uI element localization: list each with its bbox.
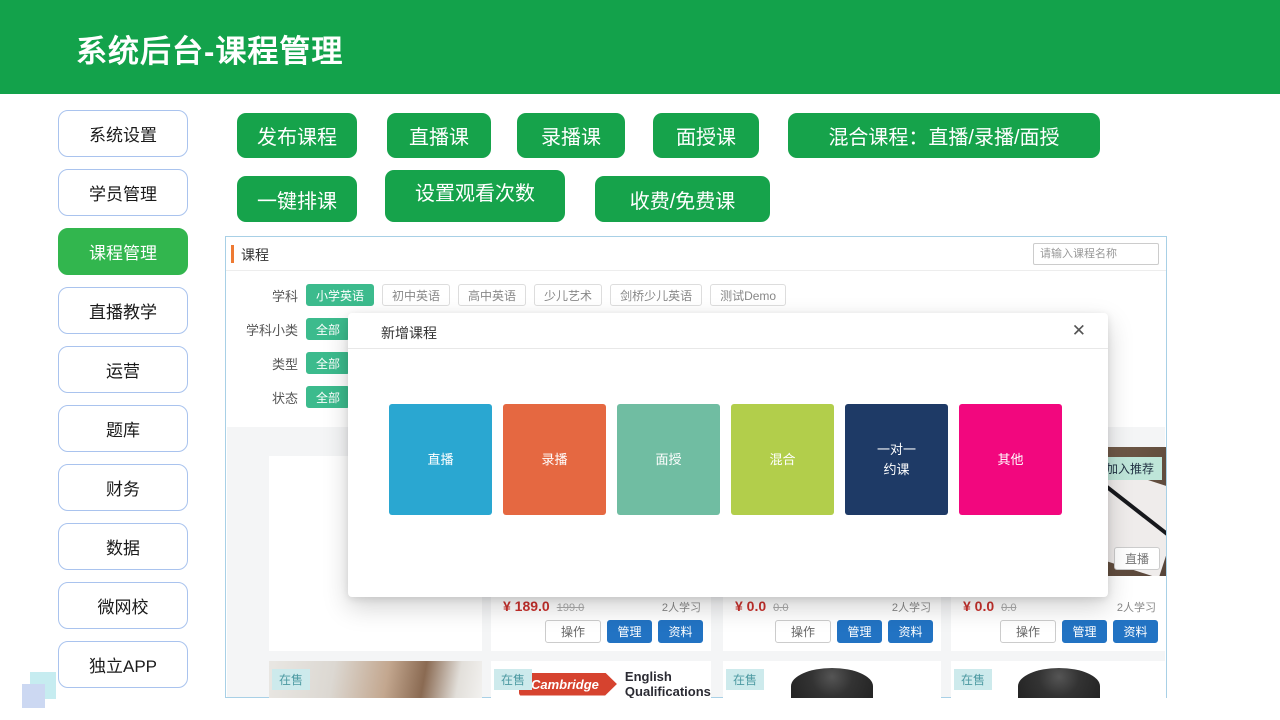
tile-offline[interactable]: 面授 [617,404,720,515]
product-photo [791,668,873,698]
tile-recorded[interactable]: 录播 [503,404,606,515]
course-price: ¥ 0.0 [963,598,994,614]
manage-button[interactable]: 管理 [1062,620,1107,643]
course-type-tiles: 直播 录播 面授 混合 一对一 约课 其他 [389,404,1062,515]
card-actions: 操作 管理 资料 [775,620,933,643]
one-click-schedule-button[interactable]: 一键排课 [237,176,357,222]
course-old-price: 0.0 [773,602,788,614]
sidebar-item-micro-school[interactable]: 微网校 [58,582,188,629]
subject-tag-junior-english[interactable]: 初中英语 [382,284,450,306]
sidebar-item-finance[interactable]: 财务 [58,464,188,511]
sidebar-item-system-settings[interactable]: 系统设置 [58,110,188,157]
price-row: ¥ 0.0 0.0 2人学习 [963,598,1156,615]
sidebar-item-operations[interactable]: 运营 [58,346,188,393]
cambridge-arrow-logo: Cambridge [519,673,617,696]
filter-label: 类型 [226,354,298,373]
close-icon[interactable]: ✕ [1072,321,1086,341]
on-sale-badge: 在售 [272,669,310,690]
student-count: 2人学习 [892,599,931,615]
live-type-badge: 直播 [1114,547,1160,570]
paid-free-course-button[interactable]: 收费/免费课 [595,176,770,222]
course-search-input[interactable] [1033,243,1159,265]
material-button[interactable]: 资料 [888,620,933,643]
course-card[interactable]: 在售 [723,661,941,698]
cambridge-logo-text: English Qualifications [625,669,711,698]
course-old-price: 199.0 [557,602,585,614]
cambridge-logo: Cambridge English Qualifications [519,669,711,698]
tile-live[interactable]: 直播 [389,404,492,515]
set-view-count-button[interactable]: 设置观看次数 [385,170,565,222]
course-old-price: 0.0 [1001,602,1016,614]
subcategory-tag-all[interactable]: 全部 [306,318,350,340]
price-row: ¥ 0.0 0.0 2人学习 [735,598,931,615]
subject-tag-kids-art[interactable]: 少儿艺术 [534,284,602,306]
operate-button[interactable]: 操作 [775,620,831,643]
on-sale-badge: 在售 [954,669,992,690]
sidebar-item-data[interactable]: 数据 [58,523,188,570]
sidebar-item-question-bank[interactable]: 题库 [58,405,188,452]
publish-course-button[interactable]: 发布课程 [237,113,357,158]
mixed-course-button[interactable]: 混合课程：直播/录播/面授 [788,113,1100,158]
product-photo [1018,668,1100,698]
add-course-modal: 新增课程 ✕ 直播 录播 面授 混合 一对一 约课 其他 [348,313,1108,597]
title-accent-bar [231,245,234,263]
operate-button[interactable]: 操作 [545,620,601,643]
sidebar-item-standalone-app[interactable]: 独立APP [58,641,188,688]
manage-button[interactable]: 管理 [837,620,882,643]
page: 系统后台-课程管理 系统设置 学员管理 课程管理 直播教学 运营 题库 财务 数… [0,0,1280,720]
tile-other[interactable]: 其他 [959,404,1062,515]
sidebar: 系统设置 学员管理 课程管理 直播教学 运营 题库 财务 数据 微网校 独立AP… [58,110,188,688]
sidebar-item-course-management[interactable]: 课程管理 [58,228,188,275]
manage-button[interactable]: 管理 [607,620,652,643]
status-tag-all[interactable]: 全部 [306,386,350,408]
filter-row-subject: 学科 小学英语 初中英语 高中英语 少儿艺术 剑桥少儿英语 测试Demo [226,284,1166,306]
tile-mixed[interactable]: 混合 [731,404,834,515]
modal-header: 新增课程 ✕ [348,313,1108,349]
filter-label: 状态 [226,388,298,407]
course-price: ¥ 0.0 [735,598,766,614]
decoration-square-blue [22,684,45,708]
page-title: 系统后台-课程管理 [76,26,343,71]
filter-label: 学科小类 [226,320,298,339]
subject-tag-cambridge-kids-english[interactable]: 剑桥少儿英语 [610,284,702,306]
sidebar-item-live-teaching[interactable]: 直播教学 [58,287,188,334]
app-header: 系统后台-课程管理 [0,0,1280,94]
student-count: 2人学习 [662,599,701,615]
course-panel-header: 课程 [226,237,1166,271]
live-course-button[interactable]: 直播课 [387,113,491,158]
type-tag-all[interactable]: 全部 [306,352,350,374]
price-row: ¥ 189.0 199.0 2人学习 [503,598,701,615]
sidebar-item-student-management[interactable]: 学员管理 [58,169,188,216]
material-button[interactable]: 资料 [1113,620,1158,643]
recorded-course-button[interactable]: 录播课 [517,113,625,158]
subject-tag-senior-english[interactable]: 高中英语 [458,284,526,306]
operate-button[interactable]: 操作 [1000,620,1056,643]
panel-title: 课程 [241,245,269,265]
student-count: 2人学习 [1117,599,1156,615]
on-sale-badge: 在售 [726,669,764,690]
course-card[interactable]: 在售 [269,661,482,698]
material-button[interactable]: 资料 [658,620,703,643]
course-card[interactable]: 在售 [951,661,1166,698]
subject-tag-test-demo[interactable]: 测试Demo [710,284,786,306]
subject-tag-primary-english[interactable]: 小学英语 [306,284,374,306]
filter-label: 学科 [226,286,298,305]
course-card[interactable]: Cambridge English Qualifications 在售 [491,661,711,698]
offline-course-button[interactable]: 面授课 [653,113,759,158]
tile-one-on-one[interactable]: 一对一 约课 [845,404,948,515]
card-actions: 操作 管理 资料 [1000,620,1158,643]
modal-title: 新增课程 [381,323,437,343]
on-sale-badge: 在售 [494,669,532,690]
course-price: ¥ 189.0 [503,598,550,614]
card-actions: 操作 管理 资料 [545,620,703,643]
